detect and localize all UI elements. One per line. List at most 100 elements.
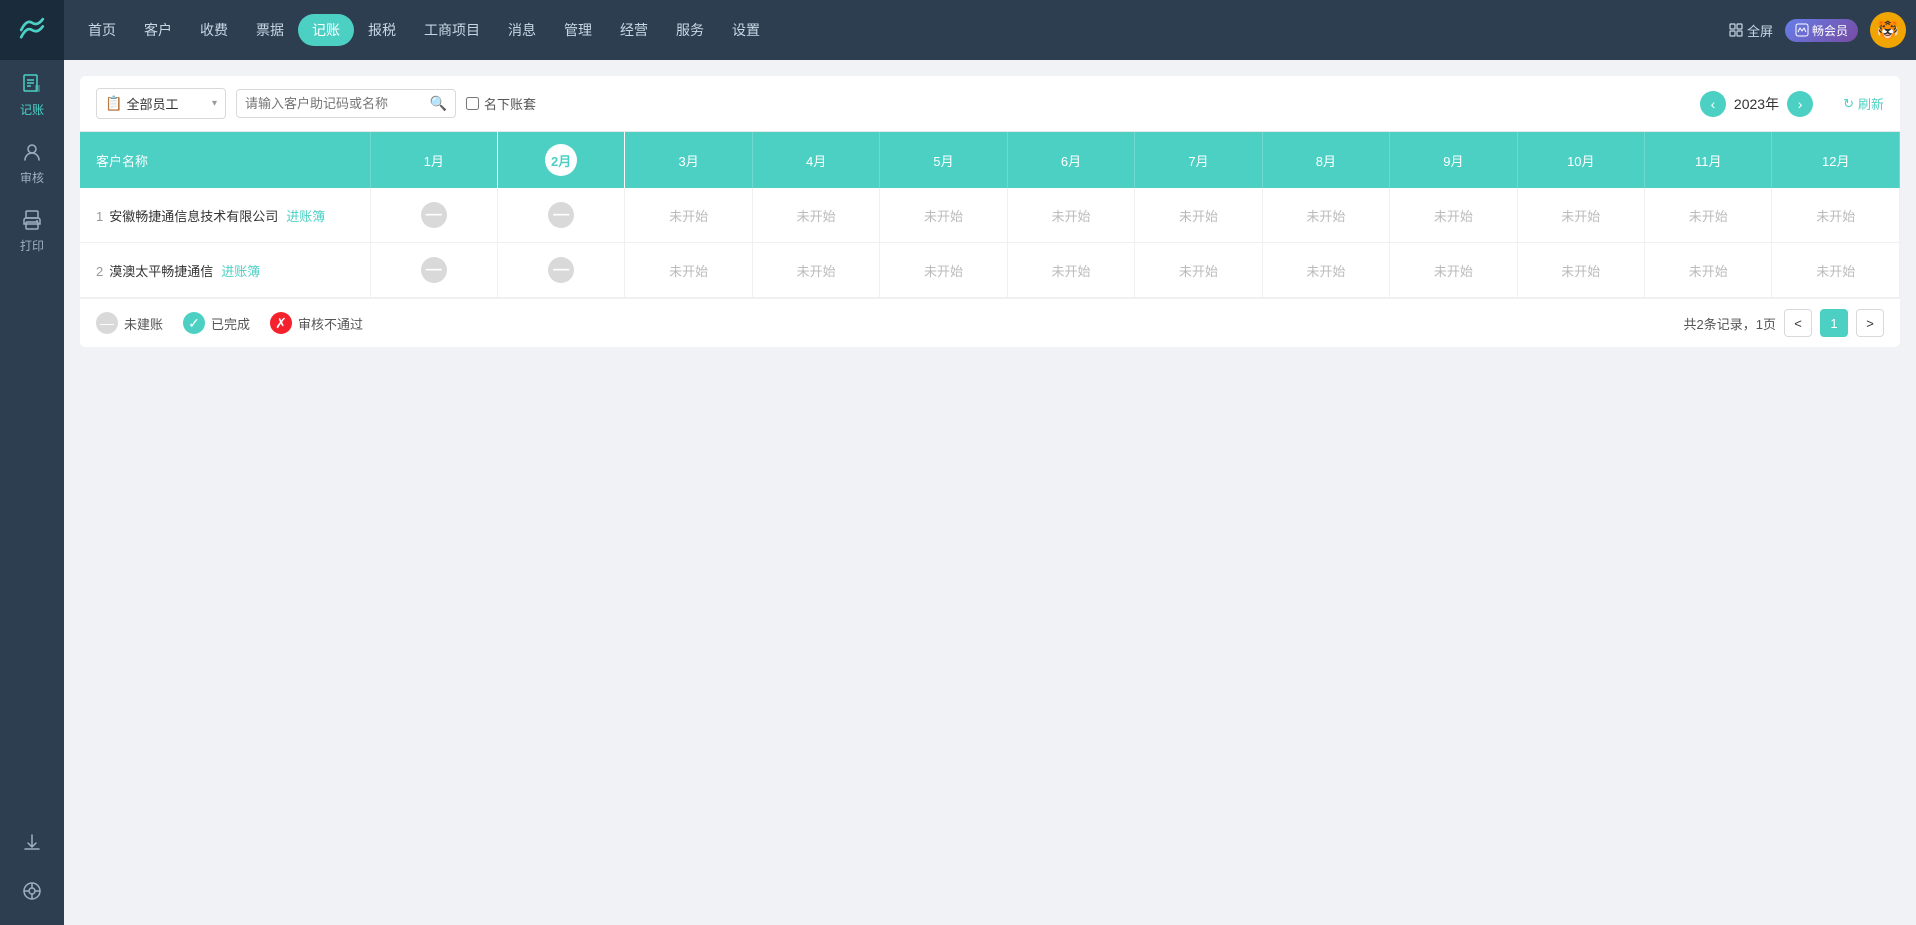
col-nov: 11月 [1645, 132, 1772, 188]
col-jul: 7月 [1135, 132, 1262, 188]
status-not-started: 未开始 [1689, 264, 1728, 279]
nav-service[interactable]: 服务 [662, 14, 718, 46]
nav-operation[interactable]: 经营 [606, 14, 662, 46]
legend-not-built-label: 未建账 [124, 314, 163, 333]
vip-button[interactable]: 畅会员 [1785, 19, 1858, 42]
sidebar-logo [0, 0, 64, 60]
legend-rejected: ✗ 审核不通过 [270, 312, 363, 334]
refresh-button[interactable]: ↻ 刷新 [1843, 94, 1884, 113]
print-icon [18, 206, 46, 234]
nav-business[interactable]: 工商项目 [410, 14, 494, 46]
row-month-12[interactable]: 未开始 [1772, 188, 1900, 243]
table-footer: — 未建账 ✓ 已完成 ✗ 审核不通过 共2条记录，1页 < 1 > [80, 298, 1900, 347]
row-month-2[interactable]: — [497, 243, 624, 298]
row-month-12[interactable]: 未开始 [1772, 243, 1900, 298]
topnav: 首页 客户 收费 票据 记账 报税 工商项目 消息 管理 经营 服务 设置 全屏 [64, 0, 1916, 60]
search-icon[interactable]: 🔍 [430, 95, 447, 112]
enter-ledger-link[interactable]: 进账簿 [286, 209, 325, 224]
sidebar-item-print[interactable]: 打印 [0, 196, 64, 264]
row-month-3[interactable]: 未开始 [625, 188, 752, 243]
row-month-10[interactable]: 未开始 [1517, 188, 1644, 243]
sidebar-bottom [0, 819, 64, 925]
status-not-started: 未开始 [1051, 264, 1090, 279]
row-month-10[interactable]: 未开始 [1517, 243, 1644, 298]
row-month-6[interactable]: 未开始 [1007, 243, 1134, 298]
status-not-started: 未开始 [1306, 264, 1345, 279]
bookkeeping-icon [18, 70, 46, 98]
page-next-button[interactable]: > [1856, 309, 1884, 337]
row-month-3[interactable]: 未开始 [625, 243, 752, 298]
row-month-11[interactable]: 未开始 [1645, 188, 1772, 243]
row-month-11[interactable]: 未开始 [1645, 243, 1772, 298]
row-month-9[interactable]: 未开始 [1390, 188, 1517, 243]
current-month-circle: 2月 [545, 144, 577, 176]
enter-ledger-link[interactable]: 进账簿 [221, 264, 260, 279]
nav-settings[interactable]: 设置 [718, 14, 774, 46]
row-name-cell: 2漠澳太平畅捷通信进账簿 [80, 243, 370, 298]
legend-gray-icon: — [96, 312, 118, 334]
sidebar: 记账 审核 打印 [0, 0, 64, 925]
audit-icon [18, 138, 46, 166]
year-next-button[interactable]: › [1787, 91, 1813, 117]
status-not-started: 未开始 [1816, 264, 1855, 279]
row-month-1[interactable]: — [370, 188, 497, 243]
sidebar-item-download[interactable] [0, 819, 64, 867]
legend-not-built: — 未建账 [96, 312, 163, 334]
avatar[interactable]: 🐯 [1870, 12, 1906, 48]
nav-invoice[interactable]: 票据 [242, 14, 298, 46]
col-aug: 8月 [1262, 132, 1389, 188]
sidebar-item-label: 打印 [20, 237, 44, 254]
fullscreen-button[interactable]: 全屏 [1729, 21, 1773, 40]
col-may: 5月 [880, 132, 1007, 188]
employee-selector-text: 全部员工 [126, 94, 212, 113]
legend-green-icon: ✓ [183, 312, 205, 334]
my-accounts-checkbox[interactable] [466, 97, 479, 110]
row-month-8[interactable]: 未开始 [1262, 188, 1389, 243]
nav-fee[interactable]: 收费 [186, 14, 242, 46]
legend-rejected-label: 审核不通过 [298, 314, 363, 333]
sidebar-item-support[interactable] [0, 867, 64, 915]
sidebar-item-audit[interactable]: 审核 [0, 128, 64, 196]
col-feb: 2月 [497, 132, 624, 188]
row-month-9[interactable]: 未开始 [1390, 243, 1517, 298]
row-month-1[interactable]: — [370, 243, 497, 298]
row-month-2[interactable]: — [497, 188, 624, 243]
row-number: 1 [96, 209, 103, 224]
employee-icon: 📋 [105, 95, 122, 112]
nav-message[interactable]: 消息 [494, 14, 550, 46]
row-month-4[interactable]: 未开始 [752, 243, 879, 298]
row-month-6[interactable]: 未开始 [1007, 188, 1134, 243]
year-prev-button[interactable]: ‹ [1700, 91, 1726, 117]
table-header-row: 客户名称 1月 2月 3月 4月 5月 6月 7月 8月 9月 10月 11月 [80, 132, 1900, 188]
my-accounts-label[interactable]: 名下账套 [466, 94, 536, 113]
status-not-started: 未开始 [669, 264, 708, 279]
row-month-4[interactable]: 未开始 [752, 188, 879, 243]
legend-completed: ✓ 已完成 [183, 312, 250, 334]
row-month-8[interactable]: 未开始 [1262, 243, 1389, 298]
nav-management[interactable]: 管理 [550, 14, 606, 46]
status-not-started: 未开始 [797, 209, 836, 224]
row-month-5[interactable]: 未开始 [880, 188, 1007, 243]
nav-tax[interactable]: 报税 [354, 14, 410, 46]
sidebar-item-label: 审核 [20, 169, 44, 186]
status-not-started: 未开始 [669, 209, 708, 224]
sidebar-item-bookkeeping[interactable]: 记账 [0, 60, 64, 128]
page-prev-button[interactable]: < [1784, 309, 1812, 337]
main-table: 客户名称 1月 2月 3月 4月 5月 6月 7月 8月 9月 10月 11月 [80, 132, 1900, 298]
refresh-label: 刷新 [1858, 94, 1884, 113]
search-input[interactable] [245, 96, 430, 111]
row-month-5[interactable]: 未开始 [880, 243, 1007, 298]
page-1-button[interactable]: 1 [1820, 309, 1848, 337]
status-dash-icon: — [421, 257, 447, 283]
row-month-7[interactable]: 未开始 [1135, 188, 1262, 243]
nav-bookkeeping[interactable]: 记账 [298, 14, 354, 46]
nav-home[interactable]: 首页 [74, 14, 130, 46]
topnav-right: 全屏 畅会员 🐯 [1729, 12, 1906, 48]
search-wrapper: 🔍 [236, 89, 456, 118]
col-sep: 9月 [1390, 132, 1517, 188]
nav-customer[interactable]: 客户 [130, 14, 186, 46]
content: 📋 全部员工 ▾ 🔍 名下账套 ‹ 2023年 › [64, 60, 1916, 925]
row-month-7[interactable]: 未开始 [1135, 243, 1262, 298]
employee-selector[interactable]: 📋 全部员工 ▾ [96, 88, 226, 119]
col-apr: 4月 [752, 132, 879, 188]
